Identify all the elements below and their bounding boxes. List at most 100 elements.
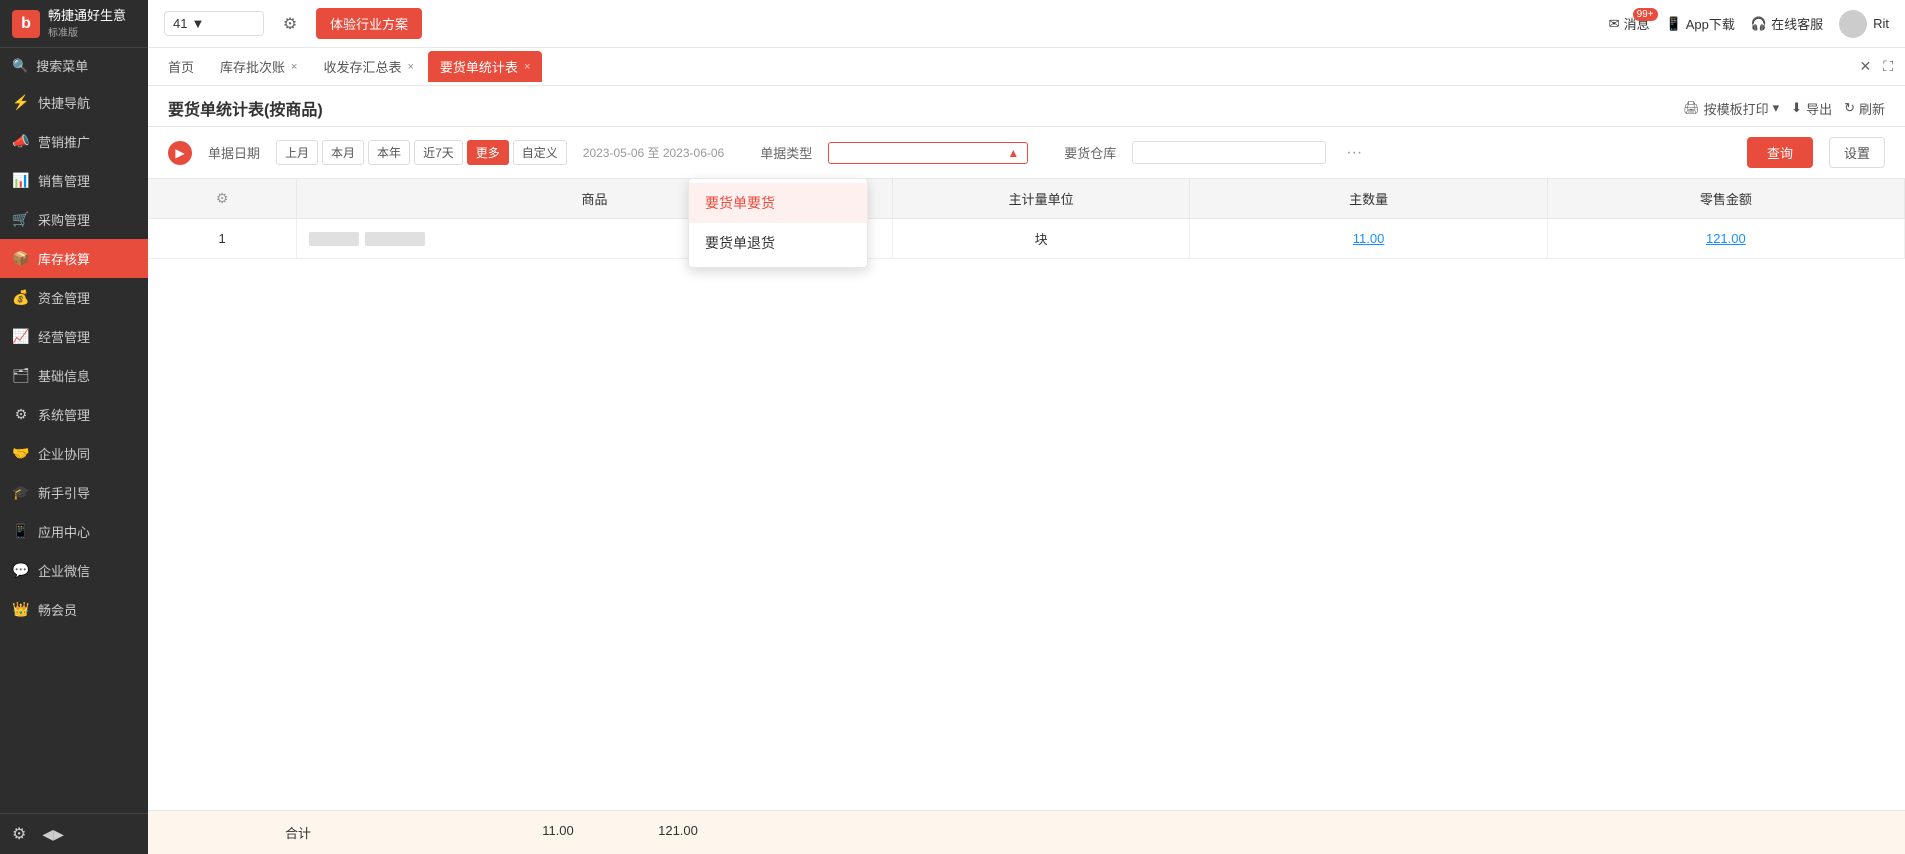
- industry-btn[interactable]: 体验行业方案: [316, 8, 422, 39]
- main-area: 41 ▼ ⚙ 体验行业方案 ✉ 消息 99+ 📱 App下载 🎧 在线客服 R: [148, 0, 1905, 854]
- table-footer: 合计 11.00 121.00: [148, 810, 1905, 854]
- app-logo-icon: b: [12, 10, 40, 38]
- filter-more-options-icon[interactable]: ···: [1346, 144, 1362, 162]
- sidebar-item-guide[interactable]: 🎓 新手引导: [0, 473, 148, 512]
- print-icon: 🖨: [1683, 100, 1700, 116]
- marketing-icon: 📣: [12, 133, 30, 150]
- finance-icon: 💰: [12, 289, 30, 306]
- app-download-btn[interactable]: 📱 App下载: [1666, 14, 1735, 33]
- date-btn-last-month[interactable]: 上月: [276, 140, 318, 165]
- page-content: 要货单统计表(按商品) 🖨 按模板打印 ▾ ⬇ 导出 ↻ 刷新 ▶: [148, 86, 1905, 854]
- row-seq: 1: [148, 219, 297, 259]
- tab-close-inventory-batch[interactable]: ×: [291, 61, 297, 73]
- tab-close-collect-summary[interactable]: ×: [407, 61, 413, 73]
- topbar-gear-btn[interactable]: ⚙: [276, 10, 304, 38]
- filter-toggle-btn[interactable]: ▶: [168, 141, 192, 165]
- sidebar-item-purchase[interactable]: 🛒 采购管理: [0, 200, 148, 239]
- query-btn[interactable]: 查询: [1747, 137, 1813, 168]
- dropdown-item-require-return[interactable]: 要货单退货: [689, 223, 867, 263]
- sales-icon: 📊: [12, 172, 30, 189]
- messages-btn[interactable]: ✉ 消息 99+: [1609, 14, 1650, 33]
- type-filter-dropdown: 要货单要货 要货单退货: [688, 178, 868, 268]
- footer-total-amount: 121.00: [658, 823, 698, 838]
- message-icon: ✉: [1609, 16, 1620, 32]
- settings-bottom-icon[interactable]: ⚙: [12, 824, 26, 844]
- topbar: 41 ▼ ⚙ 体验行业方案 ✉ 消息 99+ 📱 App下载 🎧 在线客服 R: [148, 0, 1905, 48]
- user-profile-btn[interactable]: Rit: [1839, 10, 1889, 38]
- table-container: ⚙ 商品 主计量单位 主数量 零售金额 1: [148, 179, 1905, 810]
- operation-icon: 📈: [12, 328, 30, 345]
- topbar-left: 41 ▼ ⚙ 体验行业方案: [164, 8, 422, 39]
- sidebar-bottom: ⚙ ◀▶: [0, 813, 148, 854]
- sidebar-item-quick-nav[interactable]: ⚡ 快捷导航: [0, 83, 148, 122]
- topbar-right: ✉ 消息 99+ 📱 App下载 🎧 在线客服 Rit: [1609, 10, 1889, 38]
- col-qty-header: 主数量: [1190, 179, 1547, 219]
- dropdown-item-require-goods[interactable]: 要货单要货: [689, 183, 867, 223]
- tabs-bar: 首页 库存批次账 × 收发存汇总表 × 要货单统计表 × ✕ ⛶: [148, 48, 1905, 86]
- quick-nav-icon: ⚡: [12, 94, 30, 111]
- settings-btn[interactable]: 设置: [1829, 137, 1885, 168]
- tab-inventory-batch[interactable]: 库存批次账 ×: [208, 51, 309, 82]
- type-filter-label: 单据类型: [760, 143, 812, 162]
- selector-chevron-icon: ▼: [191, 16, 204, 31]
- online-service-btn[interactable]: 🎧 在线客服: [1751, 14, 1823, 33]
- search-icon: 🔍: [12, 58, 28, 74]
- company-selector[interactable]: 41 ▼: [164, 11, 264, 36]
- type-filter-chevron-icon: ▲: [1007, 146, 1019, 160]
- date-btn-custom[interactable]: 自定义: [513, 140, 567, 165]
- print-btn[interactable]: 🖨 按模板打印 ▾: [1683, 99, 1779, 118]
- column-settings-icon[interactable]: ⚙: [216, 190, 229, 206]
- row-qty: 11.00: [1190, 219, 1547, 259]
- product-placeholder-1: [309, 232, 359, 246]
- sidebar-logo: b 畅捷通好生意 标准版: [0, 0, 148, 48]
- sys-mgmt-icon: ⚙: [12, 406, 30, 423]
- tabs-actions: ✕ ⛶: [1855, 54, 1905, 79]
- table-header-row: ⚙ 商品 主计量单位 主数量 零售金额: [148, 179, 1905, 219]
- page-title: 要货单统计表(按商品): [168, 96, 323, 120]
- print-chevron-icon: ▾: [1773, 100, 1780, 116]
- warehouse-filter-input[interactable]: [1132, 141, 1326, 164]
- close-all-tabs-btn[interactable]: ✕: [1855, 54, 1875, 79]
- tab-order-summary[interactable]: 要货单统计表 ×: [428, 51, 542, 82]
- sidebar-item-inventory[interactable]: 📦 库存核算: [0, 239, 148, 278]
- sidebar-item-enterprise[interactable]: 🤝 企业协同: [0, 434, 148, 473]
- inventory-icon: 📦: [12, 250, 30, 267]
- sidebar: b 畅捷通好生意 标准版 🔍 搜索菜单 ⚡ 快捷导航 📣 营销推广 📊 销售管理…: [0, 0, 148, 854]
- sidebar-item-basic-info[interactable]: 🗂 基础信息: [0, 356, 148, 395]
- sidebar-item-marketing[interactable]: 📣 营销推广: [0, 122, 148, 161]
- date-btn-more[interactable]: 更多: [467, 140, 509, 165]
- phone-icon: 📱: [1666, 16, 1682, 32]
- date-btn-this-month[interactable]: 本月: [322, 140, 364, 165]
- sidebar-search[interactable]: 🔍 搜索菜单: [0, 48, 148, 83]
- date-btn-7days[interactable]: 近7天: [414, 140, 463, 165]
- sidebar-item-operation[interactable]: 📈 经营管理: [0, 317, 148, 356]
- tab-collect-summary[interactable]: 收发存汇总表 ×: [311, 51, 425, 82]
- tab-close-order-summary[interactable]: ×: [524, 61, 530, 73]
- sidebar-item-wechat[interactable]: 💬 企业微信: [0, 551, 148, 590]
- row-qty-link[interactable]: 11.00: [1353, 231, 1385, 246]
- page-header: 要货单统计表(按商品) 🖨 按模板打印 ▾ ⬇ 导出 ↻ 刷新: [148, 86, 1905, 127]
- data-table: ⚙ 商品 主计量单位 主数量 零售金额 1: [148, 179, 1905, 259]
- collapse-icon[interactable]: ◀▶: [42, 826, 64, 843]
- col-gear: ⚙: [148, 179, 297, 219]
- col-unit-header: 主计量单位: [892, 179, 1190, 219]
- refresh-btn[interactable]: ↻ 刷新: [1844, 99, 1885, 118]
- sidebar-item-finance[interactable]: 💰 资金管理: [0, 278, 148, 317]
- filter-bar: ▶ 单据日期 上月 本月 本年 近7天 更多 自定义 2023-05-06 至 …: [148, 127, 1905, 179]
- expand-tabs-btn[interactable]: ⛶: [1879, 54, 1897, 79]
- tab-home[interactable]: 首页: [156, 51, 206, 82]
- sidebar-item-sales[interactable]: 📊 销售管理: [0, 161, 148, 200]
- headset-icon: 🎧: [1751, 16, 1767, 32]
- type-filter-select[interactable]: ▲: [828, 142, 1028, 164]
- sidebar-item-vip[interactable]: 👑 畅会员: [0, 590, 148, 629]
- sidebar-item-app-center[interactable]: 📱 应用中心: [0, 512, 148, 551]
- date-btn-this-year[interactable]: 本年: [368, 140, 410, 165]
- sidebar-item-sys-mgmt[interactable]: ⚙ 系统管理: [0, 395, 148, 434]
- purchase-icon: 🛒: [12, 211, 30, 228]
- date-filter-label: 单据日期: [208, 143, 260, 162]
- guide-icon: 🎓: [12, 484, 30, 501]
- page-actions: 🖨 按模板打印 ▾ ⬇ 导出 ↻ 刷新: [1683, 99, 1885, 118]
- basic-info-icon: 🗂: [12, 367, 30, 384]
- export-btn[interactable]: ⬇ 导出: [1791, 99, 1832, 118]
- row-amount-link[interactable]: 121.00: [1706, 231, 1746, 246]
